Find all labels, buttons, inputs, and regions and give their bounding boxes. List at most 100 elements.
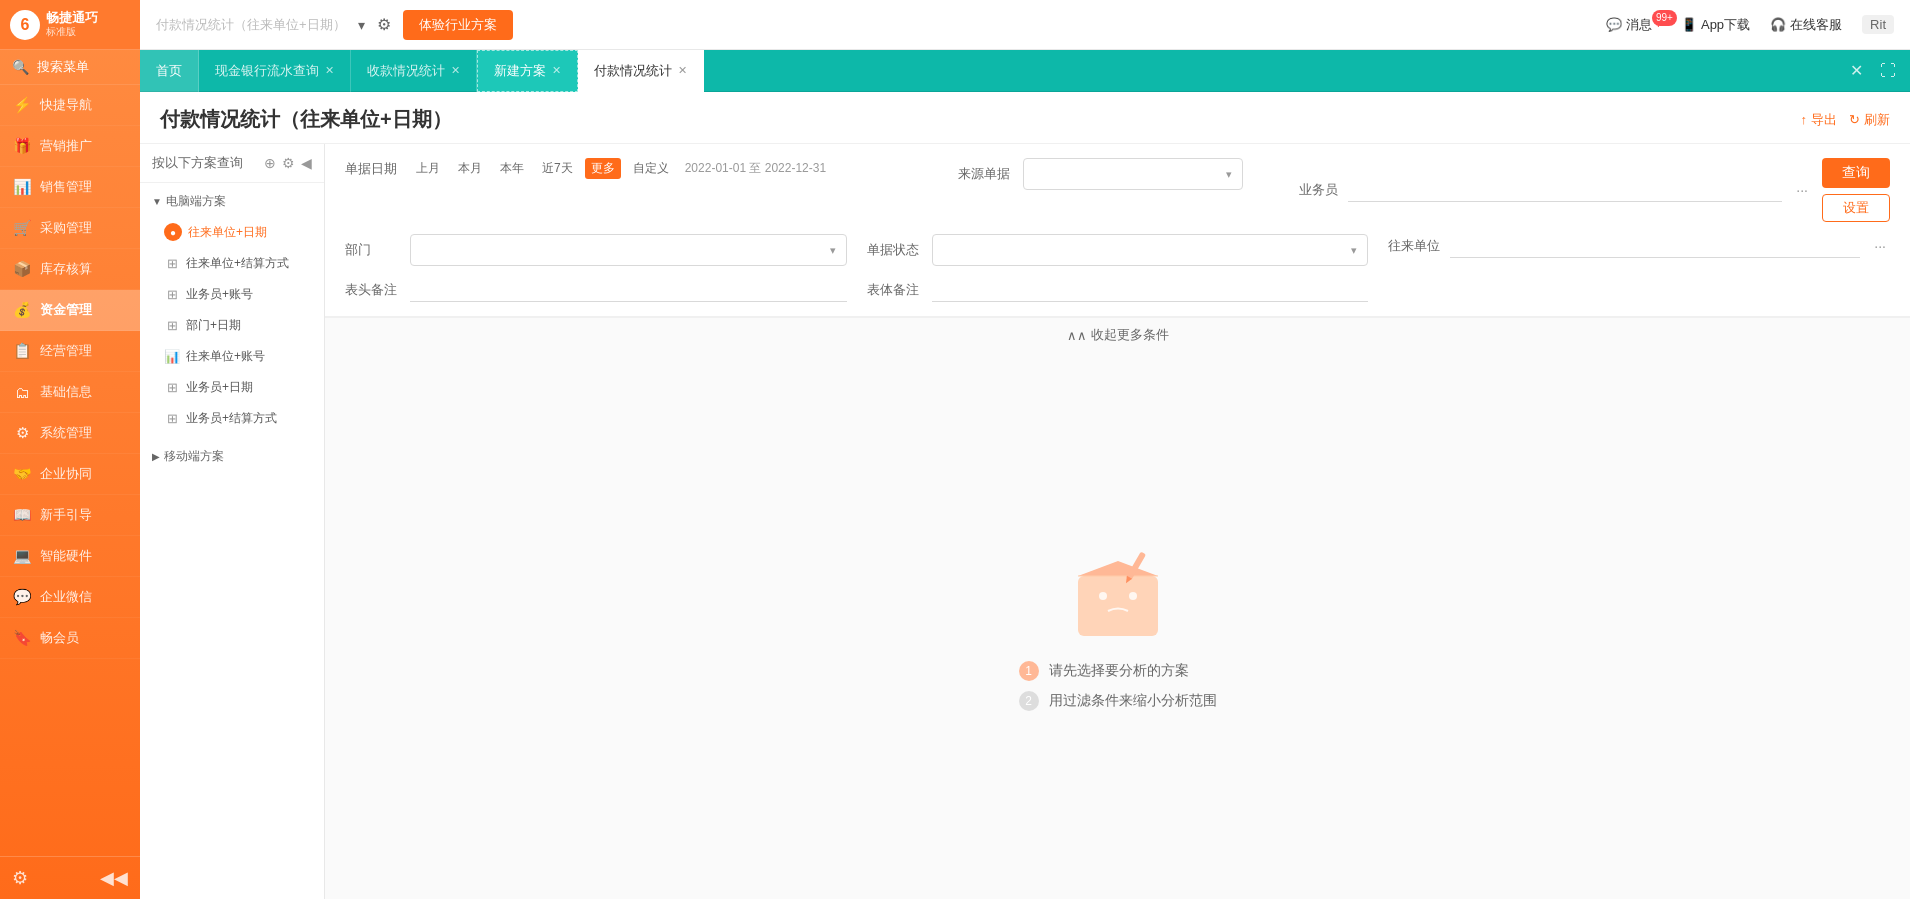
sidebar-search[interactable]: 🔍 搜索菜单 [0, 50, 140, 85]
sidebar: 6 畅捷通巧 标准版 🔍 搜索菜单 ⚡ 快捷导航 🎁 营销推广 📊 销售管理 🛒… [0, 0, 140, 899]
tab-payment[interactable]: 付款情况统计 ✕ [578, 50, 704, 92]
scheme-item-staff-payment[interactable]: ⊞ 业务员+结算方式 [140, 403, 324, 434]
scheme-section-toggle[interactable]: ▼ 电脑端方案 [140, 187, 324, 216]
collapse-sidebar-icon[interactable]: ◀◀ [100, 867, 128, 889]
docstatus-select[interactable]: ▾ [932, 234, 1369, 266]
filter-row-1: 单据日期 上月 本月 本年 近7天 更多 自定义 2022-01-01 至 20… [345, 158, 1890, 222]
dept-select[interactable]: ▾ [410, 234, 847, 266]
partner-filter-input[interactable] [1450, 234, 1860, 258]
sidebar-item-hardware[interactable]: 💻 智能硬件 [0, 536, 140, 577]
scheme-settings-icon[interactable]: ⚙ [282, 155, 295, 171]
collapse-scheme-icon[interactable]: ◀ [301, 155, 312, 171]
filter-docstatus-item: 单据状态 ▾ [867, 234, 1369, 266]
mobile-section-arrow-icon: ▶ [152, 451, 160, 462]
source-select-arrow-icon: ▾ [1226, 168, 1232, 181]
scheme-item-label: 部门+日期 [186, 317, 241, 334]
messages-button[interactable]: 💬 消息 99+ + [1606, 16, 1661, 34]
svg-point-3 [1129, 592, 1137, 600]
sidebar-item-purchase[interactable]: 🛒 采购管理 [0, 208, 140, 249]
sidebar-item-finance[interactable]: 💰 资金管理 [0, 290, 140, 331]
marketing-icon: 🎁 [12, 136, 32, 156]
sidebar-item-basic[interactable]: 🗂 基础信息 [0, 372, 140, 413]
scheme-item-label: 往来单位+账号 [186, 348, 265, 365]
sidebar-item-inventory[interactable]: 📦 库存核算 [0, 249, 140, 290]
collapse-more-button[interactable]: ∧∧ 收起更多条件 [325, 317, 1910, 352]
tabbar: 首页 现金银行流水查询 ✕ 收款情况统计 ✕ 新建方案 ✕ 付款情况统计 ✕ ✕… [140, 50, 1910, 92]
trial-industry-button[interactable]: 体验行业方案 [403, 10, 513, 40]
add-scheme-icon[interactable]: ⊕ [264, 155, 276, 171]
tab-bank-label: 现金银行流水查询 [215, 62, 319, 80]
date-btn-this-month[interactable]: 本月 [452, 158, 488, 179]
topbar-breadcrumb: 付款情况统计（往来单位+日期） [156, 16, 346, 34]
refresh-button[interactable]: ↻ 刷新 [1849, 111, 1890, 129]
query-button[interactable]: 查询 [1822, 158, 1890, 188]
tab-receivable-close-icon[interactable]: ✕ [451, 64, 460, 77]
dept-filter-label: 部门 [345, 241, 400, 259]
tab-new-scheme[interactable]: 新建方案 ✕ [477, 50, 578, 92]
search-icon: 🔍 [12, 59, 29, 75]
tab-receivable-label: 收款情况统计 [367, 62, 445, 80]
settings-button[interactable]: 设置 [1822, 194, 1890, 222]
inventory-icon: 📦 [12, 259, 32, 279]
scheme-item-label: 往来单位+日期 [188, 224, 267, 241]
export-button[interactable]: ↑ 导出 [1801, 111, 1838, 129]
scheme-item-unit-account[interactable]: 📊 往来单位+账号 [140, 341, 324, 372]
scheme-mobile-section: ▶ 移动端方案 [140, 438, 324, 475]
sidebar-item-sales[interactable]: 📊 销售管理 [0, 167, 140, 208]
tab-home[interactable]: 首页 [140, 50, 199, 92]
header-note-input[interactable] [410, 278, 847, 302]
tab-payment-label: 付款情况统计 [594, 62, 672, 80]
date-btn-this-year[interactable]: 本年 [494, 158, 530, 179]
date-options-group: 上月 本月 本年 近7天 更多 自定义 2022-01-01 至 2022-12… [410, 158, 826, 179]
service-label: 在线客服 [1790, 16, 1842, 34]
sidebar-item-label: 快捷导航 [40, 96, 92, 114]
app-download-button[interactable]: 📱 App下载 [1681, 16, 1750, 34]
scheme-item-unit-payment[interactable]: ⊞ 往来单位+结算方式 [140, 248, 324, 279]
scheme-item-dept-date[interactable]: ⊞ 部门+日期 [140, 310, 324, 341]
tab-new-scheme-close-icon[interactable]: ✕ [552, 64, 561, 77]
member-icon: 🔖 [12, 628, 32, 648]
sidebar-item-member[interactable]: 🔖 畅会员 [0, 618, 140, 659]
date-btn-7days[interactable]: 近7天 [536, 158, 579, 179]
sidebar-item-label: 基础信息 [40, 383, 92, 401]
body-note-input[interactable] [932, 278, 1369, 302]
operations-icon: 📋 [12, 341, 32, 361]
tab-new-scheme-label: 新建方案 [494, 62, 546, 80]
maximize-button[interactable]: ⛶ [1874, 57, 1902, 85]
messages-label: 消息 [1626, 16, 1652, 34]
scheme-item-label: 业务员+结算方式 [186, 410, 277, 427]
sidebar-item-wechat[interactable]: 💬 企业微信 [0, 577, 140, 618]
date-btn-last-month[interactable]: 上月 [410, 158, 446, 179]
tabbar-actions: ✕ ⛶ [1842, 57, 1910, 85]
scheme-item-unit-date[interactable]: ● 往来单位+日期 [140, 216, 324, 248]
user-menu[interactable]: Rit [1862, 15, 1894, 34]
sidebar-item-label: 系统管理 [40, 424, 92, 442]
sidebar-item-operations[interactable]: 📋 经营管理 [0, 331, 140, 372]
scheme-mobile-toggle[interactable]: ▶ 移动端方案 [140, 442, 324, 471]
topbar-gear-icon[interactable]: ⚙ [377, 15, 391, 34]
scheme-item-staff-account[interactable]: ⊞ 业务员+账号 [140, 279, 324, 310]
scheme-item-staff-date[interactable]: ⊞ 业务员+日期 [140, 372, 324, 403]
online-service-button[interactable]: 🎧 在线客服 [1770, 16, 1842, 34]
filter-date-item: 单据日期 上月 本月 本年 近7天 更多 自定义 2022-01-01 至 20… [345, 158, 938, 179]
sidebar-item-system[interactable]: ⚙ 系统管理 [0, 413, 140, 454]
settings-gear-icon[interactable]: ⚙ [12, 867, 28, 889]
sidebar-item-marketing[interactable]: 🎁 营销推广 [0, 126, 140, 167]
sidebar-item-guide[interactable]: 📖 新手引导 [0, 495, 140, 536]
tab-payment-close-icon[interactable]: ✕ [678, 64, 687, 77]
page-title: 付款情况统计（往来单位+日期） [160, 106, 452, 133]
date-btn-more[interactable]: 更多 [585, 158, 621, 179]
topbar-dropdown-icon[interactable]: ▾ [358, 17, 365, 33]
tab-bank[interactable]: 现金银行流水查询 ✕ [199, 50, 351, 92]
close-all-tabs-button[interactable]: ✕ [1842, 57, 1870, 85]
sidebar-item-quick-nav[interactable]: ⚡ 快捷导航 [0, 85, 140, 126]
sidebar-item-label: 企业微信 [40, 588, 92, 606]
staff-filter-input[interactable] [1348, 178, 1783, 202]
tab-receivable[interactable]: 收款情况统计 ✕ [351, 50, 477, 92]
staff-filter-more-icon[interactable]: ··· [1792, 182, 1812, 198]
date-btn-custom[interactable]: 自定义 [627, 158, 675, 179]
source-select[interactable]: ▾ [1023, 158, 1243, 190]
tab-bank-close-icon[interactable]: ✕ [325, 64, 334, 77]
partner-filter-more-icon[interactable]: ··· [1870, 238, 1890, 254]
sidebar-item-enterprise[interactable]: 🤝 企业协同 [0, 454, 140, 495]
